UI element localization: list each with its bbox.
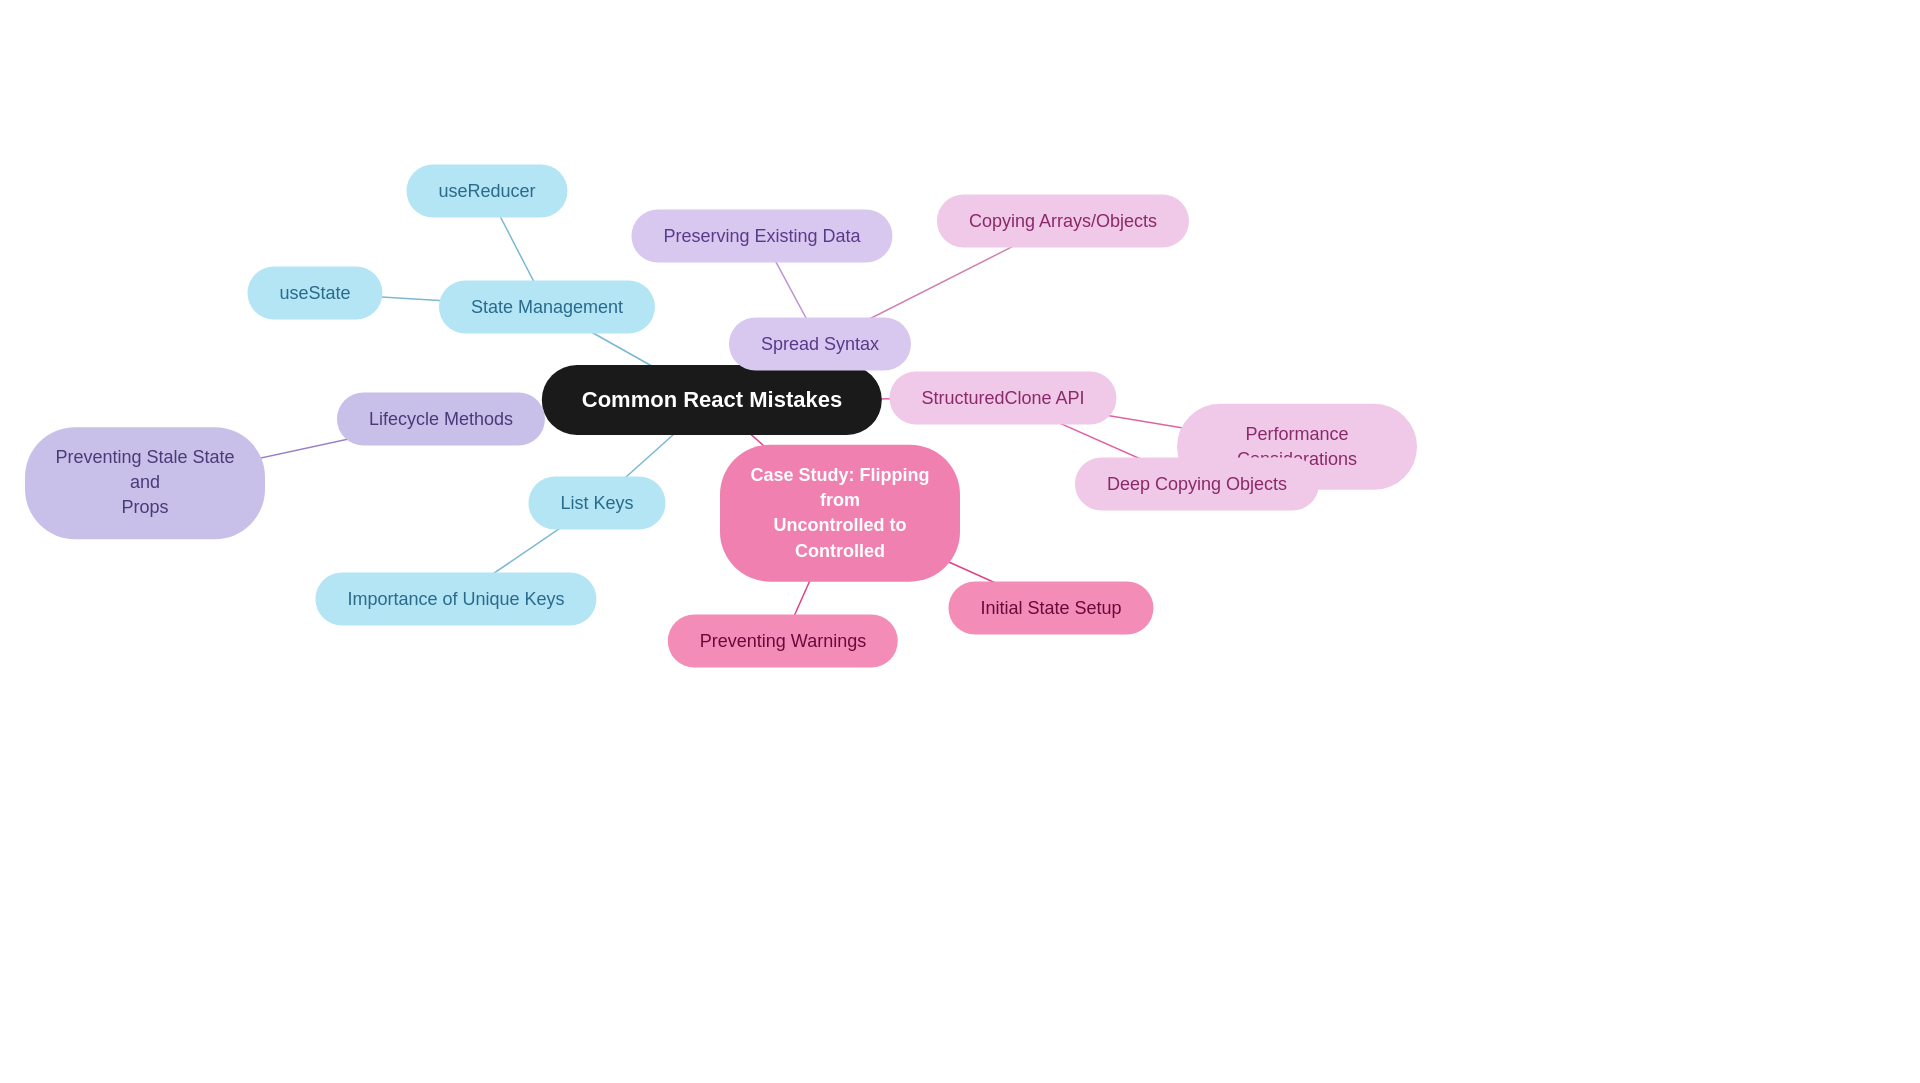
node-listKeys[interactable]: List Keys — [528, 477, 665, 530]
node-copyingArrays[interactable]: Copying Arrays/Objects — [937, 195, 1189, 248]
node-preventingStale[interactable]: Preventing Stale State and Props — [25, 427, 265, 539]
node-importanceKeys[interactable]: Importance of Unique Keys — [315, 573, 596, 626]
node-preservingData[interactable]: Preserving Existing Data — [631, 210, 892, 263]
node-structuredClone[interactable]: StructuredClone API — [889, 372, 1116, 425]
node-lifecycleMethods[interactable]: Lifecycle Methods — [337, 393, 545, 446]
node-spreadSyntax[interactable]: Spread Syntax — [729, 318, 911, 371]
center-node[interactable]: Common React Mistakes — [542, 365, 882, 435]
node-stateManagement[interactable]: State Management — [439, 281, 655, 334]
node-useState[interactable]: useState — [247, 267, 382, 320]
connection-lines — [0, 0, 1920, 1083]
node-deepCopying[interactable]: Deep Copying Objects — [1075, 458, 1319, 511]
node-preventingWarnings[interactable]: Preventing Warnings — [668, 615, 898, 668]
node-initialStateSetup[interactable]: Initial State Setup — [948, 582, 1153, 635]
node-caseStudy[interactable]: Case Study: Flipping from Uncontrolled t… — [720, 445, 960, 582]
node-useReducer[interactable]: useReducer — [406, 165, 567, 218]
